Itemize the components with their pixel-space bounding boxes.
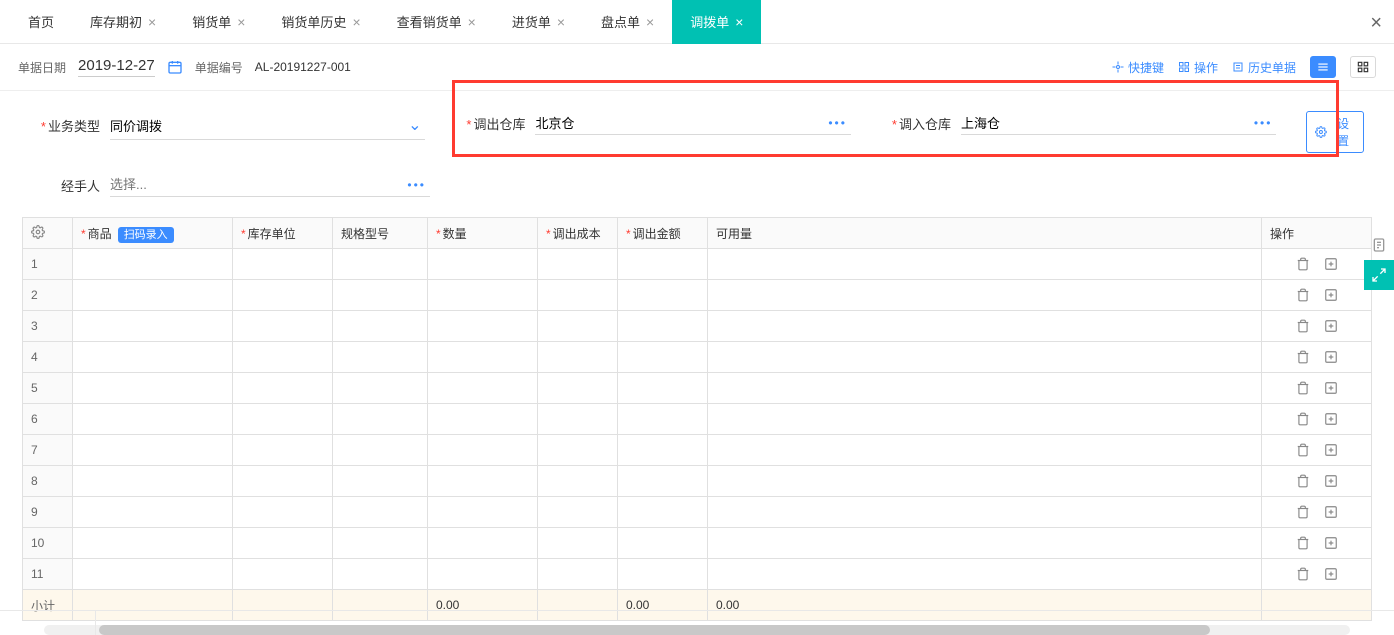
delete-icon[interactable] xyxy=(1296,319,1310,333)
add-icon[interactable] xyxy=(1324,474,1338,488)
add-icon[interactable] xyxy=(1324,443,1338,457)
navigation-tabs: 首页 库存期初× 销货单× 销货单历史× 查看销货单× 进货单× 盘点单× 调拨… xyxy=(0,0,1394,44)
table-row[interactable]: 3 xyxy=(23,311,1372,342)
table-row[interactable]: 1 xyxy=(23,249,1372,280)
close-icon[interactable]: × xyxy=(237,14,245,30)
close-icon[interactable]: × xyxy=(735,14,743,30)
add-icon[interactable] xyxy=(1324,412,1338,426)
operate-button[interactable]: 操作 xyxy=(1178,59,1218,76)
out-warehouse-field: *调出仓库 ••• xyxy=(455,111,850,135)
add-icon[interactable] xyxy=(1324,257,1338,271)
items-table: *商品扫码录入 *库存单位 规格型号 *数量 *调出成本 *调出金额 可用量 操… xyxy=(22,217,1372,621)
docno-value: AL-20191227-001 xyxy=(255,60,351,74)
close-icon[interactable]: × xyxy=(468,14,476,30)
col-out-amount: *调出金额 xyxy=(618,218,708,249)
notes-icon[interactable] xyxy=(1364,230,1394,260)
in-warehouse-field: *调入仓库 ••• xyxy=(881,111,1276,135)
delete-icon[interactable] xyxy=(1296,443,1310,457)
col-unit: *库存单位 xyxy=(233,218,333,249)
biz-type-select[interactable]: ⌄ xyxy=(110,111,425,140)
delete-icon[interactable] xyxy=(1296,381,1310,395)
table-row[interactable]: 11 xyxy=(23,559,1372,590)
delete-icon[interactable] xyxy=(1296,505,1310,519)
delete-icon[interactable] xyxy=(1296,536,1310,550)
docno-label: 单据编号 xyxy=(195,59,243,76)
close-icon[interactable]: × xyxy=(1370,12,1382,35)
add-icon[interactable] xyxy=(1324,288,1338,302)
more-icon[interactable]: ••• xyxy=(1254,116,1277,130)
col-spec: 规格型号 xyxy=(333,218,428,249)
handler-select[interactable]: ••• xyxy=(110,173,430,197)
date-value[interactable]: 2019-12-27 xyxy=(78,57,155,77)
gear-column-header[interactable] xyxy=(23,218,73,249)
close-icon[interactable]: × xyxy=(557,14,565,30)
scan-badge[interactable]: 扫码录入 xyxy=(118,227,174,243)
tab-sales-order[interactable]: 销货单× xyxy=(174,0,263,44)
delete-icon[interactable] xyxy=(1296,474,1310,488)
table-row[interactable]: 6 xyxy=(23,404,1372,435)
delete-icon[interactable] xyxy=(1296,257,1310,271)
close-icon[interactable]: × xyxy=(646,14,654,30)
tab-inventory-initial[interactable]: 库存期初× xyxy=(72,0,174,44)
view-grid-button[interactable] xyxy=(1350,56,1376,78)
form-section: *业务类型 ⌄ *调出仓库 ••• *调入仓库 ••• 设置 xyxy=(0,91,1394,207)
settings-button[interactable]: 设置 xyxy=(1306,111,1364,153)
chevron-down-icon[interactable]: ⌄ xyxy=(408,115,425,135)
calendar-icon[interactable] xyxy=(167,59,183,75)
delete-icon[interactable] xyxy=(1296,350,1310,364)
shortcut-button[interactable]: 快捷键 xyxy=(1112,59,1164,76)
close-icon[interactable]: × xyxy=(148,14,156,30)
out-warehouse-select[interactable]: ••• xyxy=(535,111,850,135)
side-toolbar xyxy=(1364,230,1394,290)
col-product: *商品扫码录入 xyxy=(73,218,233,249)
more-icon[interactable]: ••• xyxy=(828,116,851,130)
tab-stocktake[interactable]: 盘点单× xyxy=(583,0,672,44)
add-icon[interactable] xyxy=(1324,505,1338,519)
delete-icon[interactable] xyxy=(1296,567,1310,581)
tab-view-sales[interactable]: 查看销货单× xyxy=(379,0,494,44)
in-warehouse-select[interactable]: ••• xyxy=(961,111,1276,135)
document-header: 单据日期 2019-12-27 单据编号 AL-20191227-001 快捷键… xyxy=(0,44,1394,91)
add-icon[interactable] xyxy=(1324,536,1338,550)
add-icon[interactable] xyxy=(1324,381,1338,395)
tab-sales-history[interactable]: 销货单历史× xyxy=(263,0,378,44)
table-row[interactable]: 4 xyxy=(23,342,1372,373)
delete-icon[interactable] xyxy=(1296,288,1310,302)
date-label: 单据日期 xyxy=(18,59,66,76)
table-row[interactable]: 7 xyxy=(23,435,1372,466)
expand-icon[interactable] xyxy=(1364,260,1394,290)
more-icon[interactable]: ••• xyxy=(407,178,430,192)
view-list-button[interactable] xyxy=(1310,56,1336,78)
delete-icon[interactable] xyxy=(1296,412,1310,426)
col-qty: *数量 xyxy=(428,218,538,249)
history-button[interactable]: 历史单据 xyxy=(1232,59,1296,76)
col-available: 可用量 xyxy=(708,218,1262,249)
table-row[interactable]: 9 xyxy=(23,497,1372,528)
add-icon[interactable] xyxy=(1324,350,1338,364)
tab-transfer[interactable]: 调拨单× xyxy=(672,0,761,44)
tab-purchase[interactable]: 进货单× xyxy=(494,0,583,44)
table-row[interactable]: 8 xyxy=(23,466,1372,497)
table-row[interactable]: 10 xyxy=(23,528,1372,559)
handler-field: 经手人 ••• xyxy=(30,173,430,197)
add-icon[interactable] xyxy=(1324,319,1338,333)
add-icon[interactable] xyxy=(1324,567,1338,581)
footer-border xyxy=(0,610,1394,634)
biz-type-field: *业务类型 ⌄ xyxy=(30,111,425,140)
col-operations: 操作 xyxy=(1262,218,1372,249)
tab-home[interactable]: 首页 xyxy=(10,0,72,44)
table-section: *商品扫码录入 *库存单位 规格型号 *数量 *调出成本 *调出金额 可用量 操… xyxy=(0,207,1394,635)
col-out-cost: *调出成本 xyxy=(538,218,618,249)
table-row[interactable]: 2 xyxy=(23,280,1372,311)
table-row[interactable]: 5 xyxy=(23,373,1372,404)
close-icon[interactable]: × xyxy=(352,14,360,30)
